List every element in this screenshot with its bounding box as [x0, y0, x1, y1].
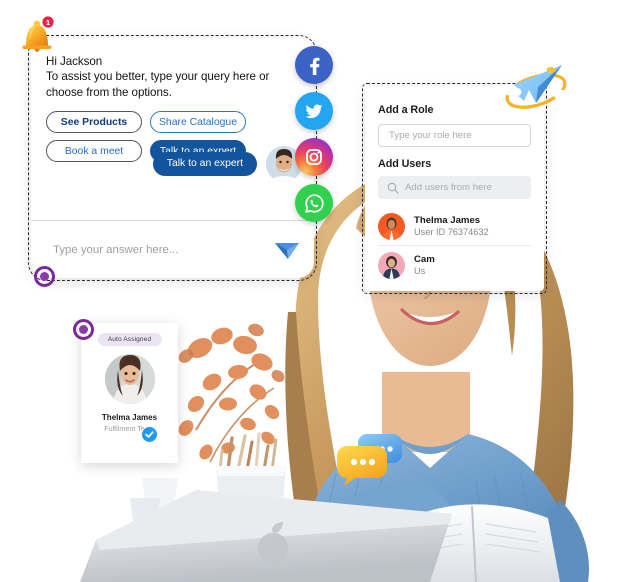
user-avatar	[378, 212, 405, 240]
send-plane-icon[interactable]	[274, 239, 300, 261]
facebook-icon	[310, 57, 320, 75]
user-name: Thelma James	[414, 215, 481, 226]
user-search-input[interactable]: Add users from here	[378, 176, 531, 199]
assigned-person-avatar	[104, 354, 155, 404]
auto-assigned-card: Auto Assigned Thelma James Fulfilment Te…	[81, 323, 178, 463]
user-list: Thelma James User ID 76374632 Cam Us	[378, 207, 531, 284]
agent-reply-bubble[interactable]: Talk to an expert	[152, 152, 257, 176]
assigned-person-name: Thelma James	[101, 413, 158, 422]
auto-assigned-badge: Auto Assigned	[97, 333, 162, 346]
user-name: Cam	[414, 254, 435, 265]
laptop-decoration	[80, 490, 452, 582]
greeting-line-2: choose from the options.	[46, 85, 172, 99]
watch-decoration	[517, 546, 543, 566]
twitter-button[interactable]	[295, 92, 333, 130]
chat-card: Hi Jackson To assist you better, type yo…	[31, 38, 314, 278]
chat-answer-input[interactable]: Type your answer here...	[53, 244, 274, 256]
role-input-placeholder: Type your role here	[389, 130, 472, 141]
quick-reply-share-catalogue[interactable]: Share Catalogue	[150, 111, 246, 134]
greeting-line-1: To assist you better, type your query he…	[46, 70, 270, 84]
selection-handle-icon[interactable]	[73, 319, 94, 340]
open-book-decoration	[392, 504, 560, 582]
user-search-placeholder: Add users from here	[405, 182, 492, 193]
role-input[interactable]: Type your role here	[378, 124, 531, 147]
agent-reply-row: Talk to an expert	[46, 146, 302, 182]
twitter-icon	[305, 104, 323, 119]
verified-check-icon	[141, 426, 158, 443]
greeting-text: Hi Jackson To assist you better, type yo…	[46, 54, 299, 100]
quick-reply-see-products[interactable]: See Products	[46, 111, 142, 134]
chat-widget: Hi Jackson To assist you better, type yo…	[28, 35, 317, 281]
user-id: User ID 76374632	[414, 227, 489, 237]
chat-bubble-yellow	[337, 446, 387, 486]
selection-handle-icon[interactable]	[34, 266, 55, 287]
notification-bell-icon: 1	[22, 16, 54, 52]
chat-bubbles-icon	[337, 434, 402, 486]
add-users-label: Add Users	[378, 158, 432, 170]
apple-logo-icon	[258, 522, 288, 565]
instagram-icon	[306, 149, 322, 165]
chat-input-row: Type your answer here...	[31, 221, 314, 278]
foliage-decoration	[178, 323, 285, 463]
facebook-button[interactable]	[295, 46, 333, 84]
social-channel-rail	[295, 46, 334, 222]
chat-message-area: Hi Jackson To assist you better, type yo…	[31, 38, 314, 220]
desk-objects-decoration	[130, 478, 178, 528]
assigned-person-team: Fulfilment Team	[104, 424, 155, 433]
greeting-name: Hi Jackson	[46, 55, 103, 68]
search-icon	[387, 182, 399, 194]
user-id: Us	[414, 266, 426, 276]
user-avatar	[378, 251, 405, 279]
paper-plane-icon	[502, 65, 572, 109]
whatsapp-icon	[304, 193, 324, 213]
user-list-item[interactable]: Cam Us	[378, 245, 531, 284]
user-list-item[interactable]: Thelma James User ID 76374632	[378, 207, 531, 245]
add-role-label: Add a Role	[378, 104, 434, 116]
pencil-cup-decoration	[216, 432, 286, 514]
whatsapp-button[interactable]	[295, 184, 333, 222]
instagram-button[interactable]	[295, 138, 333, 176]
